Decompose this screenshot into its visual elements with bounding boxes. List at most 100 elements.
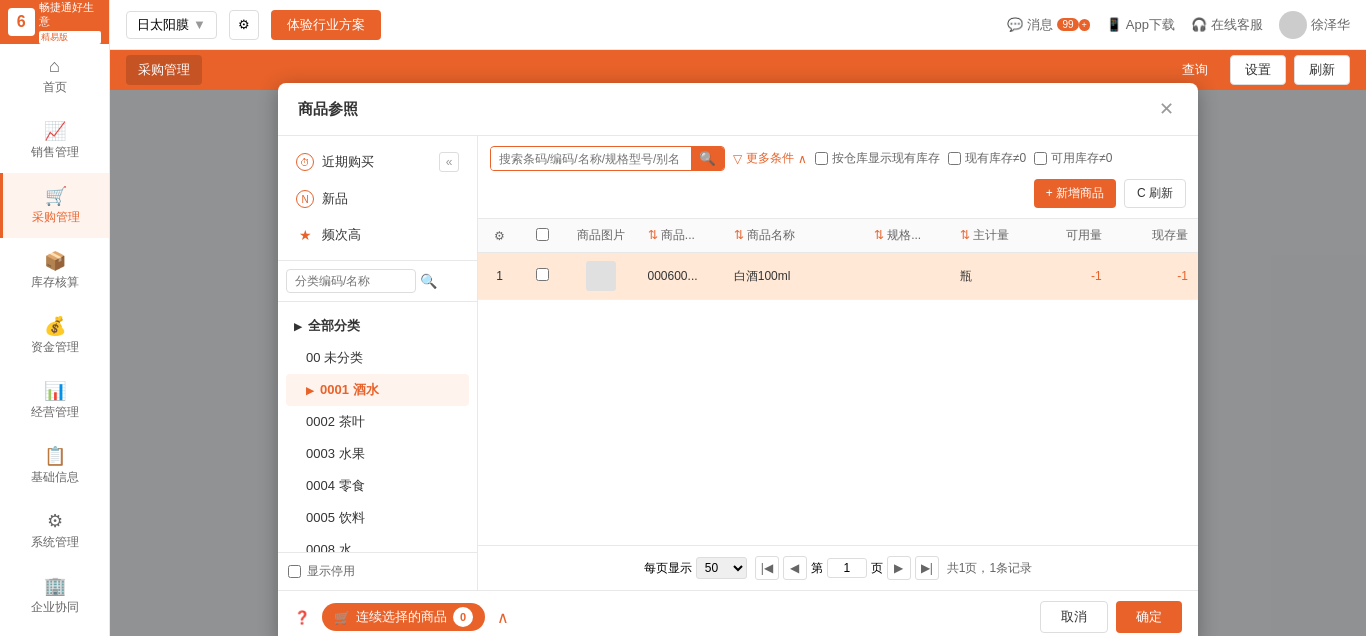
settings-btn[interactable]: 设置: [1230, 55, 1286, 85]
sidebar-item-finance[interactable]: 💰 资金管理: [0, 303, 109, 368]
business-icon: 📊: [44, 380, 66, 402]
cat-item-beverage[interactable]: 0005 饮料: [286, 502, 469, 534]
per-page-select[interactable]: 50 100 200: [696, 557, 747, 579]
recent-purchases[interactable]: ⏱ 近期购买 «: [286, 144, 469, 180]
freq-icon: ★: [296, 226, 314, 244]
col-code-header[interactable]: ⇅ 商品...: [638, 219, 724, 253]
new-products[interactable]: N 新品: [286, 182, 469, 216]
sidebar-item-label: 销售管理: [31, 144, 79, 161]
cat-item-uncategorized[interactable]: 00 未分类: [286, 342, 469, 374]
per-page-selector: 每页显示 50 100 200: [644, 557, 747, 579]
frequent-products[interactable]: ★ 频次高: [286, 218, 469, 252]
expand-arrow-icon: ▶: [306, 385, 314, 396]
refresh-btn[interactable]: 刷新: [1294, 55, 1350, 85]
toolbar-right: + 新增商品 C 刷新: [1034, 179, 1186, 208]
sidebar-item-home[interactable]: ⌂ 首页: [0, 44, 109, 108]
prev-page-btn[interactable]: ◀: [783, 556, 807, 580]
collapse-arrow-icon[interactable]: ∧: [497, 608, 509, 627]
sort-icon: ⇅: [648, 228, 658, 242]
cat-item-snack[interactable]: 0004 零食: [286, 470, 469, 502]
message-badge: 99: [1057, 18, 1078, 31]
last-page-btn[interactable]: ▶|: [915, 556, 939, 580]
cat-item-tea[interactable]: 0002 茶叶: [286, 406, 469, 438]
product-img-placeholder: [586, 261, 616, 291]
cart-btn[interactable]: 🛒 连续选择的商品 0: [322, 603, 485, 631]
col-spec-header[interactable]: ⇅ 规格...: [864, 219, 950, 253]
row-img: [564, 253, 637, 300]
cart-label: 连续选择的商品: [356, 608, 447, 626]
subbar-purchase[interactable]: 采购管理: [126, 55, 202, 85]
message-btn[interactable]: 💬 消息 99+: [1007, 16, 1089, 34]
cancel-btn[interactable]: 取消: [1040, 601, 1108, 633]
sidebar-item-business[interactable]: 📊 经营管理: [0, 368, 109, 433]
avail-checkbox[interactable]: [1034, 152, 1047, 165]
sidebar-item-basic[interactable]: 📋 基础信息: [0, 433, 109, 498]
product-search-input[interactable]: [491, 148, 691, 170]
refresh-btn[interactable]: C 刷新: [1124, 179, 1186, 208]
stock-filter[interactable]: 现有库存≠0: [948, 150, 1026, 167]
check-all[interactable]: [536, 228, 549, 241]
service-btn[interactable]: 🎧 在线客服: [1191, 16, 1263, 34]
page-prefix: 第: [811, 560, 823, 577]
trial-btn[interactable]: 体验行业方案: [271, 10, 381, 40]
sidebar-item-sales[interactable]: 📈 销售管理: [0, 108, 109, 173]
next-page-btn[interactable]: ▶: [887, 556, 911, 580]
sidebar-item-label: 首页: [43, 79, 67, 96]
col-name-header[interactable]: ⇅ 商品名称: [724, 219, 864, 253]
warehouse-checkbox[interactable]: [815, 152, 828, 165]
store-name: 日太阳膜: [137, 16, 189, 34]
sidebar-item-system[interactable]: ⚙ 系统管理: [0, 498, 109, 563]
filter-btn[interactable]: ▽ 更多条件 ∧: [733, 150, 807, 167]
show-disabled-checkbox[interactable]: [288, 565, 301, 578]
pagination: 每页显示 50 100 200 |◀ ◀ 第: [478, 545, 1198, 590]
user-menu[interactable]: 徐泽华: [1279, 11, 1350, 39]
recent-label: 近期购买: [322, 153, 374, 171]
sidebar-item-inventory[interactable]: 📦 库存核算: [0, 238, 109, 303]
settings-icon[interactable]: ⚙: [229, 10, 259, 40]
search-icon[interactable]: 🔍: [420, 273, 437, 289]
avail-filter[interactable]: 可用库存≠0: [1034, 150, 1112, 167]
category-search-input[interactable]: [286, 269, 416, 293]
add-product-btn[interactable]: + 新增商品: [1034, 179, 1116, 208]
category-list: ▶ 全部分类 00 未分类 ▶ 0001 酒水 0002 茶: [278, 302, 477, 552]
sidebar-item-enterprise[interactable]: 🏢 企业协同: [0, 563, 109, 628]
query-btn[interactable]: 查询: [1168, 55, 1222, 85]
confirm-btn[interactable]: 确定: [1116, 601, 1182, 633]
sidebar-item-purchase[interactable]: 🛒 采购管理: [0, 173, 109, 238]
stock-checkbox[interactable]: [948, 152, 961, 165]
product-search-btn[interactable]: 🔍: [691, 147, 724, 170]
first-page-btn[interactable]: |◀: [755, 556, 779, 580]
collapse-icon[interactable]: «: [439, 152, 459, 172]
help-icon[interactable]: ❓: [294, 610, 310, 625]
col-unit-header[interactable]: ⇅ 主计量: [950, 219, 1025, 253]
headset-icon: 🎧: [1191, 17, 1207, 32]
cat-item-liquor[interactable]: ▶ 0001 酒水: [286, 374, 469, 406]
cat-all[interactable]: ▶ 全部分类: [286, 310, 469, 342]
app-download-btn[interactable]: 📱 App下载: [1106, 16, 1175, 34]
sidebar-item-guide[interactable]: 🌟 新手引导: [0, 628, 109, 636]
sort-icon: ⇅: [874, 228, 884, 242]
store-selector[interactable]: 日太阳膜 ▼: [126, 11, 217, 39]
dialog-header: 商品参照 ✕: [278, 83, 1198, 136]
logo: 6 畅捷通好生意 精易版: [0, 0, 109, 44]
row-checkbox[interactable]: [521, 253, 564, 300]
cat-item-water[interactable]: 0008 水: [286, 534, 469, 552]
col-settings[interactable]: ⚙: [478, 219, 521, 253]
cat-item-fruit[interactable]: 0003 水果: [286, 438, 469, 470]
logo-icon: 6: [8, 8, 35, 36]
sort-icon: ⇅: [960, 228, 970, 242]
cart-count: 0: [453, 607, 473, 627]
sidebar-item-label: 经营管理: [31, 404, 79, 421]
new-label: 新品: [322, 190, 348, 208]
page-navigation: |◀ ◀ 第 页 ▶ ▶|: [755, 556, 939, 580]
close-btn[interactable]: ✕: [1154, 97, 1178, 121]
page-input[interactable]: [827, 558, 867, 578]
sidebar-item-label: 资金管理: [31, 339, 79, 356]
show-disabled-label[interactable]: 显示停用: [307, 563, 355, 580]
warehouse-filter[interactable]: 按仓库显示现有库存: [815, 150, 940, 167]
row-stock: -1: [1112, 253, 1198, 300]
username: 徐泽华: [1311, 16, 1350, 34]
table-row[interactable]: 1 000600... 白酒100ml 瓶: [478, 253, 1198, 300]
cart-icon: 🛒: [334, 610, 350, 625]
page-total: 共1页，1条记录: [947, 560, 1032, 577]
